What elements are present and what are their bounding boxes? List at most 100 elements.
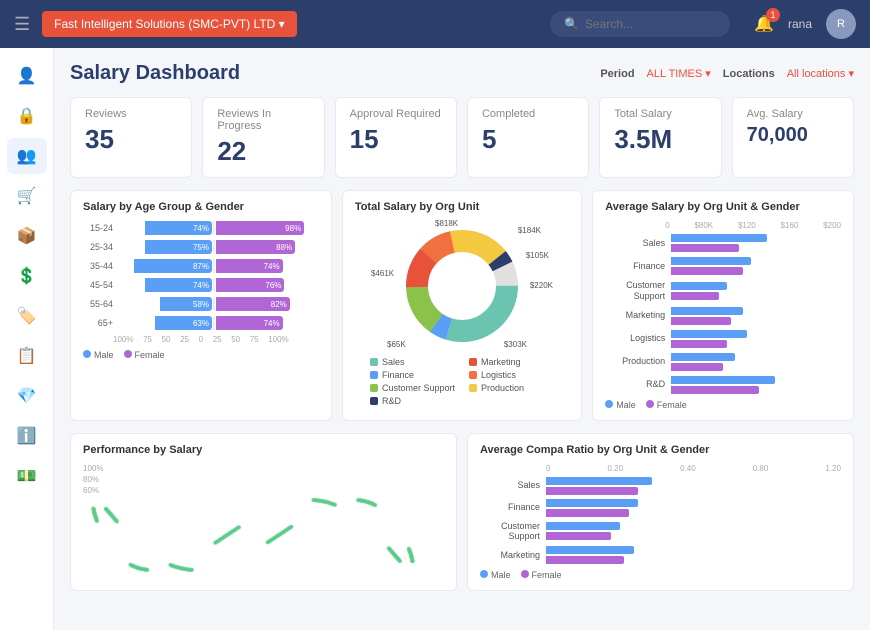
locations-label: Locations (723, 68, 775, 80)
page-header: Salary Dashboard Period ALL TIMES ▾ Loca… (70, 62, 854, 85)
compa-bars: SalesFinanceCustomer SupportMarketing (480, 477, 841, 565)
avg-salary-org-gender-chart: Average Salary by Org Unit & Gender 0$80… (592, 190, 854, 421)
age-gender-chart: Salary by Age Group & Gender 15-2474%98%… (70, 190, 332, 421)
locations-selector[interactable]: All locations ▾ (787, 67, 854, 80)
page-title: Salary Dashboard (70, 62, 240, 85)
performance-salary-title: Performance by Salary (83, 444, 444, 456)
scatter-y-label-60: 60% (83, 486, 444, 495)
kpi-row: Reviews 35 Reviews In Progress 22 Approv… (70, 97, 854, 178)
kpi-approval-label: Approval Required (350, 108, 442, 120)
donut-label-left: $461K (371, 269, 394, 278)
sidebar-item-dollar[interactable]: 💲 (7, 258, 47, 294)
legend-production: Production (469, 383, 554, 393)
legend-customer-support: Customer Support (370, 383, 455, 393)
bottom-charts-row: Performance by Salary 100% 80% 60% Avera… (70, 433, 854, 592)
notification-icon[interactable]: 🔔 1 (754, 14, 774, 34)
compa-legend: Male Female (480, 570, 841, 580)
user-avatar[interactable]: R (826, 9, 856, 39)
kpi-reviews-label: Reviews (85, 108, 177, 120)
donut-label-right2: $220K (530, 281, 553, 290)
scatter-canvas (83, 495, 423, 575)
compa-ratio-row: Sales (480, 477, 841, 495)
compa-ratio-title: Average Compa Ratio by Org Unit & Gender (480, 444, 841, 456)
charts-row: Salary by Age Group & Gender 15-2474%98%… (70, 190, 854, 421)
filter-row: Period ALL TIMES ▾ Locations All locatio… (600, 67, 854, 80)
sidebar-item-users[interactable]: 👥 (7, 138, 47, 174)
avg-salary-row: Finance (605, 257, 841, 275)
age-group-row: 55-6458%82% (83, 297, 319, 311)
kpi-total-salary-label: Total Salary (614, 108, 706, 120)
kpi-completed-label: Completed (482, 108, 574, 120)
donut-legend: Sales Marketing Finance Logistics Custom… (370, 357, 554, 406)
performance-salary-chart: Performance by Salary 100% 80% 60% (70, 433, 457, 592)
scatter-y-label-80: 80% (83, 475, 444, 484)
kpi-approval-value: 15 (350, 124, 442, 155)
donut-svg (397, 221, 527, 351)
main-content: Salary Dashboard Period ALL TIMES ▾ Loca… (54, 48, 870, 630)
kpi-reviews-progress: Reviews In Progress 22 (202, 97, 324, 178)
donut-wrap: $818K $184K $105K $220K $303K $65K $461K… (355, 221, 569, 406)
donut-label-bottom: $303K (504, 340, 527, 349)
org-unit-donut-chart: Total Salary by Org Unit (342, 190, 582, 421)
age-group-row: 65+63%74% (83, 316, 319, 330)
sidebar-item-cart[interactable]: 🛒 (7, 178, 47, 214)
age-group-row: 15-2474%98% (83, 221, 319, 235)
kpi-completed-value: 5 (482, 124, 574, 155)
avg-salary-bars: SalesFinanceCustomer SupportMarketingLog… (605, 234, 841, 394)
donut-label-topright: $184K (518, 226, 541, 235)
avg-salary-row: Production (605, 353, 841, 371)
sidebar-item-diamond[interactable]: 💎 (7, 378, 47, 414)
sidebar-item-lock[interactable]: 🔒 (7, 98, 47, 134)
period-label: Period (600, 68, 634, 80)
kpi-approval: Approval Required 15 (335, 97, 457, 178)
kpi-completed: Completed 5 (467, 97, 589, 178)
legend-marketing: Marketing (469, 357, 554, 367)
kpi-avg-salary-value: 70,000 (747, 124, 839, 147)
sidebar-item-tag[interactable]: 🏷️ (7, 298, 47, 334)
avg-salary-row: Marketing (605, 307, 841, 325)
hamburger-icon[interactable]: ☰ (14, 14, 30, 35)
kpi-reviews-progress-label: Reviews In Progress (217, 108, 309, 132)
sidebar-item-person[interactable]: 👤 (7, 58, 47, 94)
compa-axis: 00.200.400.801.20 (480, 464, 841, 473)
search-input[interactable] (585, 17, 715, 31)
sidebar-item-info[interactable]: ℹ️ (7, 418, 47, 454)
search-icon: 🔍 (564, 17, 579, 31)
compa-ratio-row: Marketing (480, 546, 841, 564)
sidebar-item-clipboard[interactable]: 📋 (7, 338, 47, 374)
org-unit-chart-title: Total Salary by Org Unit (355, 201, 569, 213)
avg-salary-legend: Male Female (605, 400, 841, 410)
donut-label-top: $818K (435, 219, 458, 228)
donut-svg-container: $818K $184K $105K $220K $303K $65K $461K (397, 221, 527, 351)
legend-sales: Sales (370, 357, 455, 367)
age-group-row: 35-4487%74% (83, 259, 319, 273)
age-axis: 100%7550250255075100% (83, 335, 319, 344)
sidebar: 👤 🔒 👥 🛒 📦 💲 🏷️ 📋 💎 ℹ️ 💵 (0, 48, 54, 630)
avg-salary-axis: 0$80K$120$160$200 (605, 221, 841, 230)
avg-salary-row: Customer Support (605, 280, 841, 302)
avg-salary-chart-title: Average Salary by Org Unit & Gender (605, 201, 841, 213)
kpi-total-salary-value: 3.5M (614, 124, 706, 155)
avg-salary-row: R&D (605, 376, 841, 394)
donut-label-bottomleft: $65K (387, 340, 406, 349)
period-selector[interactable]: ALL TIMES ▾ (647, 67, 711, 80)
main-layout: 👤 🔒 👥 🛒 📦 💲 🏷️ 📋 💎 ℹ️ 💵 Salary Dashboard… (0, 48, 870, 630)
sidebar-item-money[interactable]: 💵 (7, 458, 47, 494)
age-group-row: 45-5474%76% (83, 278, 319, 292)
kpi-total-salary: Total Salary 3.5M (599, 97, 721, 178)
compa-ratio-row: Customer Support (480, 521, 841, 543)
age-group-row: 25-3475%88% (83, 240, 319, 254)
kpi-avg-salary: Avg. Salary 70,000 (732, 97, 854, 178)
notification-badge: 1 (766, 8, 780, 22)
kpi-avg-salary-label: Avg. Salary (747, 108, 839, 120)
company-selector[interactable]: Fast Intelligent Solutions (SMC-PVT) LTD… (42, 11, 297, 37)
legend-finance: Finance (370, 370, 455, 380)
donut-label-right1: $105K (526, 251, 549, 260)
legend-rnd: R&D (370, 396, 455, 406)
age-gender-chart-title: Salary by Age Group & Gender (83, 201, 319, 213)
sidebar-item-box[interactable]: 📦 (7, 218, 47, 254)
legend-logistics: Logistics (469, 370, 554, 380)
kpi-reviews-value: 35 (85, 124, 177, 155)
age-gender-bars: 15-2474%98% 25-3475%88% 35-4487%74% 45-5474… (83, 221, 319, 344)
search-bar: 🔍 (550, 11, 730, 37)
